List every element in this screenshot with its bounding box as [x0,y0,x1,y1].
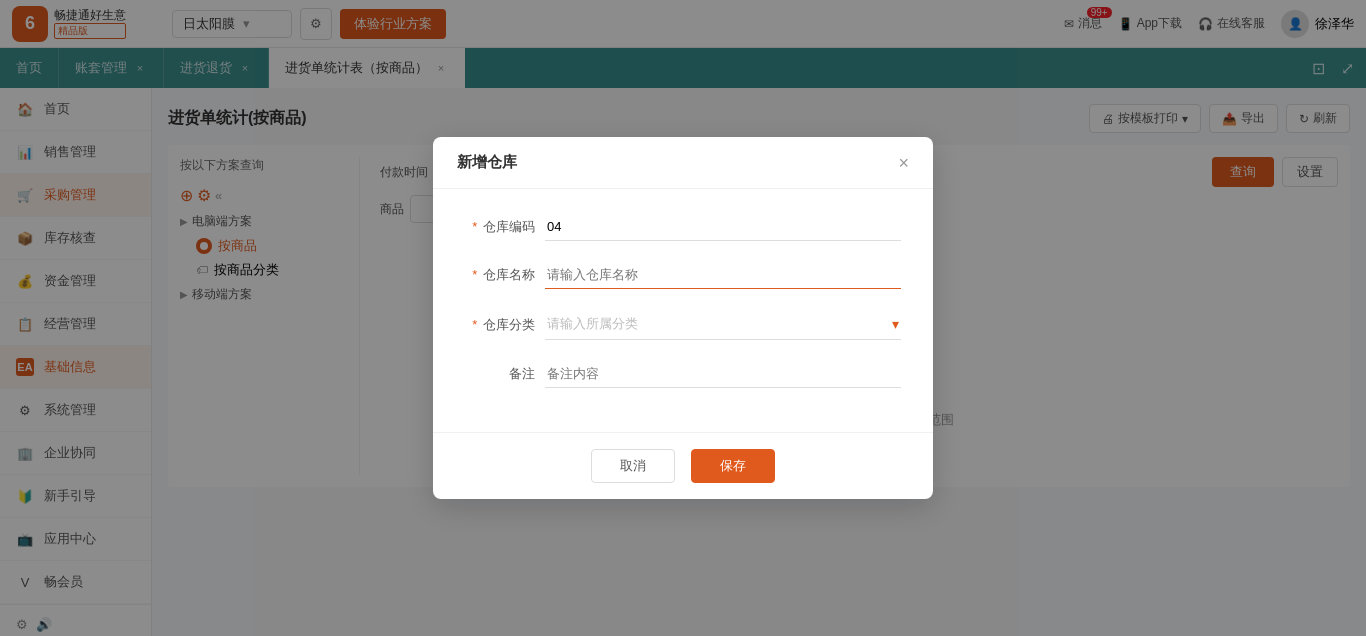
required-star-code: * [472,219,477,234]
category-form-row: * 仓库分类 请输入所属分类 ▾ [465,309,901,340]
category-placeholder: 请输入所属分类 [547,315,638,333]
save-button[interactable]: 保存 [691,449,775,483]
cancel-button[interactable]: 取消 [591,449,675,483]
code-label: * 仓库编码 [465,218,545,236]
required-star-category: * [472,317,477,332]
modal-body: * 仓库编码 * 仓库名称 * 仓库分类 请输入所属 [433,189,933,432]
add-warehouse-modal: 新增仓库 × * 仓库编码 * 仓库名称 [433,137,933,499]
category-dropdown-icon: ▾ [892,316,899,332]
code-form-row: * 仓库编码 [465,213,901,241]
modal-close-button[interactable]: × [898,154,909,172]
required-star-name: * [472,267,477,282]
note-label: 备注 [465,365,545,383]
category-select[interactable]: 请输入所属分类 ▾ [545,309,901,340]
category-label: * 仓库分类 [465,316,545,334]
name-form-row: * 仓库名称 [465,261,901,289]
name-label: * 仓库名称 [465,266,545,284]
modal-overlay: 新增仓库 × * 仓库编码 * 仓库名称 [0,0,1366,636]
note-form-row: 备注 [465,360,901,388]
modal-title: 新增仓库 [457,153,517,172]
modal-footer: 取消 保存 [433,432,933,499]
note-input[interactable] [545,360,901,388]
code-input[interactable] [545,213,901,241]
modal-header: 新增仓库 × [433,137,933,189]
name-input[interactable] [545,261,901,289]
